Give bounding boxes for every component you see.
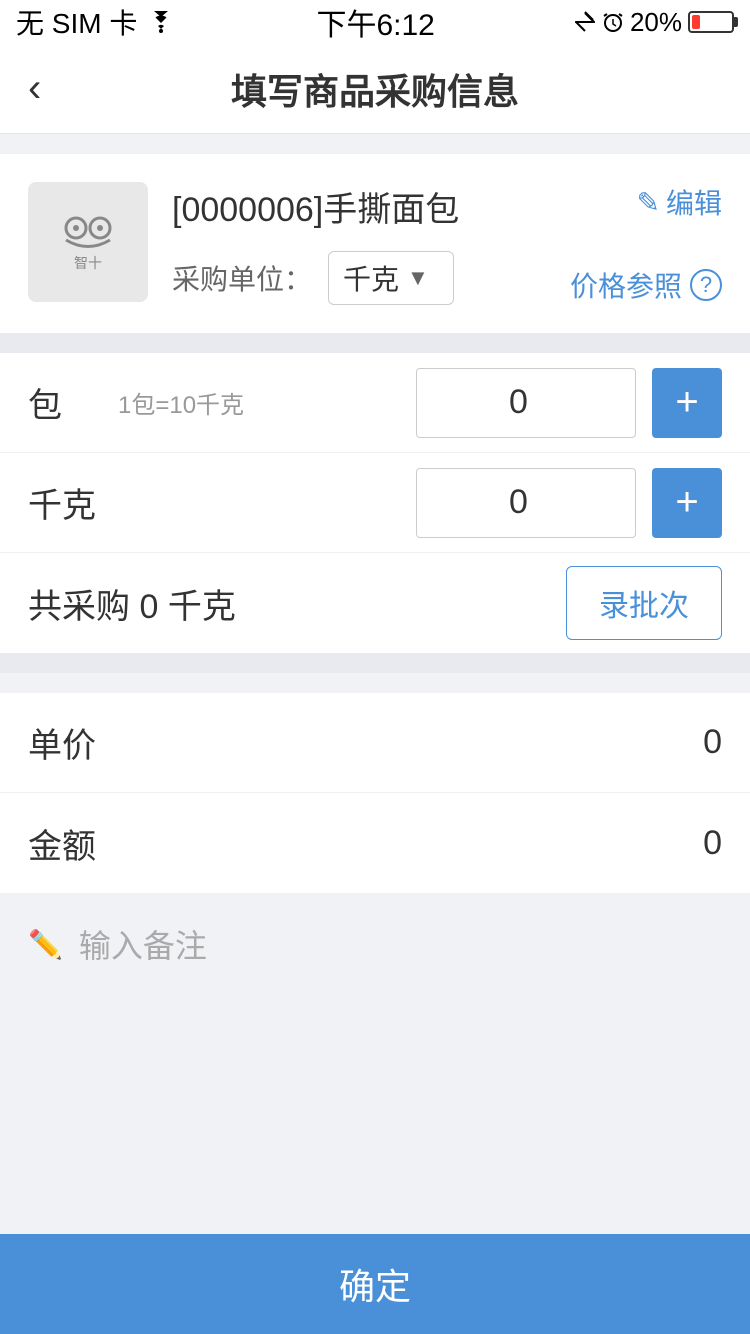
plus-icon: + <box>675 380 698 425</box>
edit-icon: ✎ <box>637 186 660 219</box>
alarm-icon <box>602 11 624 33</box>
bag-quantity-input[interactable] <box>416 368 636 438</box>
edit-label: 编辑 <box>666 182 722 222</box>
bag-input-row: 包 1包=10千克 + <box>0 353 750 453</box>
bag-input-right: + <box>416 368 722 438</box>
total-row: 共采购 0 千克 录批次 <box>0 553 750 653</box>
amount-label: 金额 <box>28 819 96 868</box>
plus-icon-2: + <box>675 480 698 525</box>
status-right: 20% <box>574 7 734 38</box>
status-time: 下午6:12 <box>316 0 434 44</box>
edit-button[interactable]: ✎ 编辑 <box>637 182 722 222</box>
wifi-icon <box>145 11 177 33</box>
unit-label: 采购单位： <box>172 258 312 298</box>
bag-sublabel: 1包=10千克 <box>118 385 244 420</box>
pencil-icon: ✏️ <box>28 928 63 961</box>
unit-value: 千克 <box>343 258 399 298</box>
nav-bar: ‹ 填写商品采购信息 <box>0 44 750 134</box>
unit-price-row: 单价 0 <box>0 693 750 793</box>
kg-label: 千克 <box>28 478 108 527</box>
product-image: 智十 <box>28 182 148 302</box>
back-button[interactable]: ‹ <box>28 66 41 111</box>
empty-space <box>0 995 750 1275</box>
amount-value: 0 <box>703 824 722 863</box>
svg-text:智十: 智十 <box>74 255 102 271</box>
unit-price-value: 0 <box>703 723 722 762</box>
section-divider-1 <box>0 333 750 353</box>
batch-button[interactable]: 录批次 <box>566 566 722 640</box>
unit-select[interactable]: 千克 ▼ <box>328 251 454 305</box>
input-section: 包 1包=10千克 + 千克 + <box>0 353 750 553</box>
total-label: 共采购 0 千克 <box>28 579 236 628</box>
battery-percent: 20% <box>630 7 682 38</box>
battery-icon <box>688 11 734 33</box>
amount-row: 金额 0 <box>0 793 750 893</box>
bag-label: 包 <box>28 378 108 427</box>
kg-quantity-input[interactable] <box>416 468 636 538</box>
unit-price-label: 单价 <box>28 718 96 767</box>
confirm-button[interactable]: 确定 <box>0 1234 750 1334</box>
location-icon <box>574 11 596 33</box>
kg-input-right: + <box>416 468 722 538</box>
product-logo: 智十 <box>48 198 128 286</box>
chevron-down-icon: ▼ <box>407 265 429 291</box>
note-section[interactable]: ✏️ 输入备注 <box>0 893 750 995</box>
status-left: 无 SIM 卡 <box>16 2 177 42</box>
price-reference-button[interactable]: 价格参照 ? <box>570 265 722 305</box>
product-card: 智十 [0000006]手撕面包 采购单位： 千克 ▼ ✎ 编辑 价格参照 ? <box>0 154 750 333</box>
section-divider-2 <box>0 653 750 673</box>
price-ref-label: 价格参照 <box>570 265 682 305</box>
status-bar: 无 SIM 卡 下午6:12 20% <box>0 0 750 44</box>
info-icon: ? <box>690 269 722 301</box>
note-placeholder: 输入备注 <box>79 921 207 967</box>
kg-plus-button[interactable]: + <box>652 468 722 538</box>
price-section: 单价 0 金额 0 <box>0 693 750 893</box>
bag-plus-button[interactable]: + <box>652 368 722 438</box>
no-sim-text: 无 SIM 卡 <box>16 2 137 42</box>
page-title: 填写商品采购信息 <box>231 63 519 115</box>
kg-input-row: 千克 + <box>0 453 750 553</box>
